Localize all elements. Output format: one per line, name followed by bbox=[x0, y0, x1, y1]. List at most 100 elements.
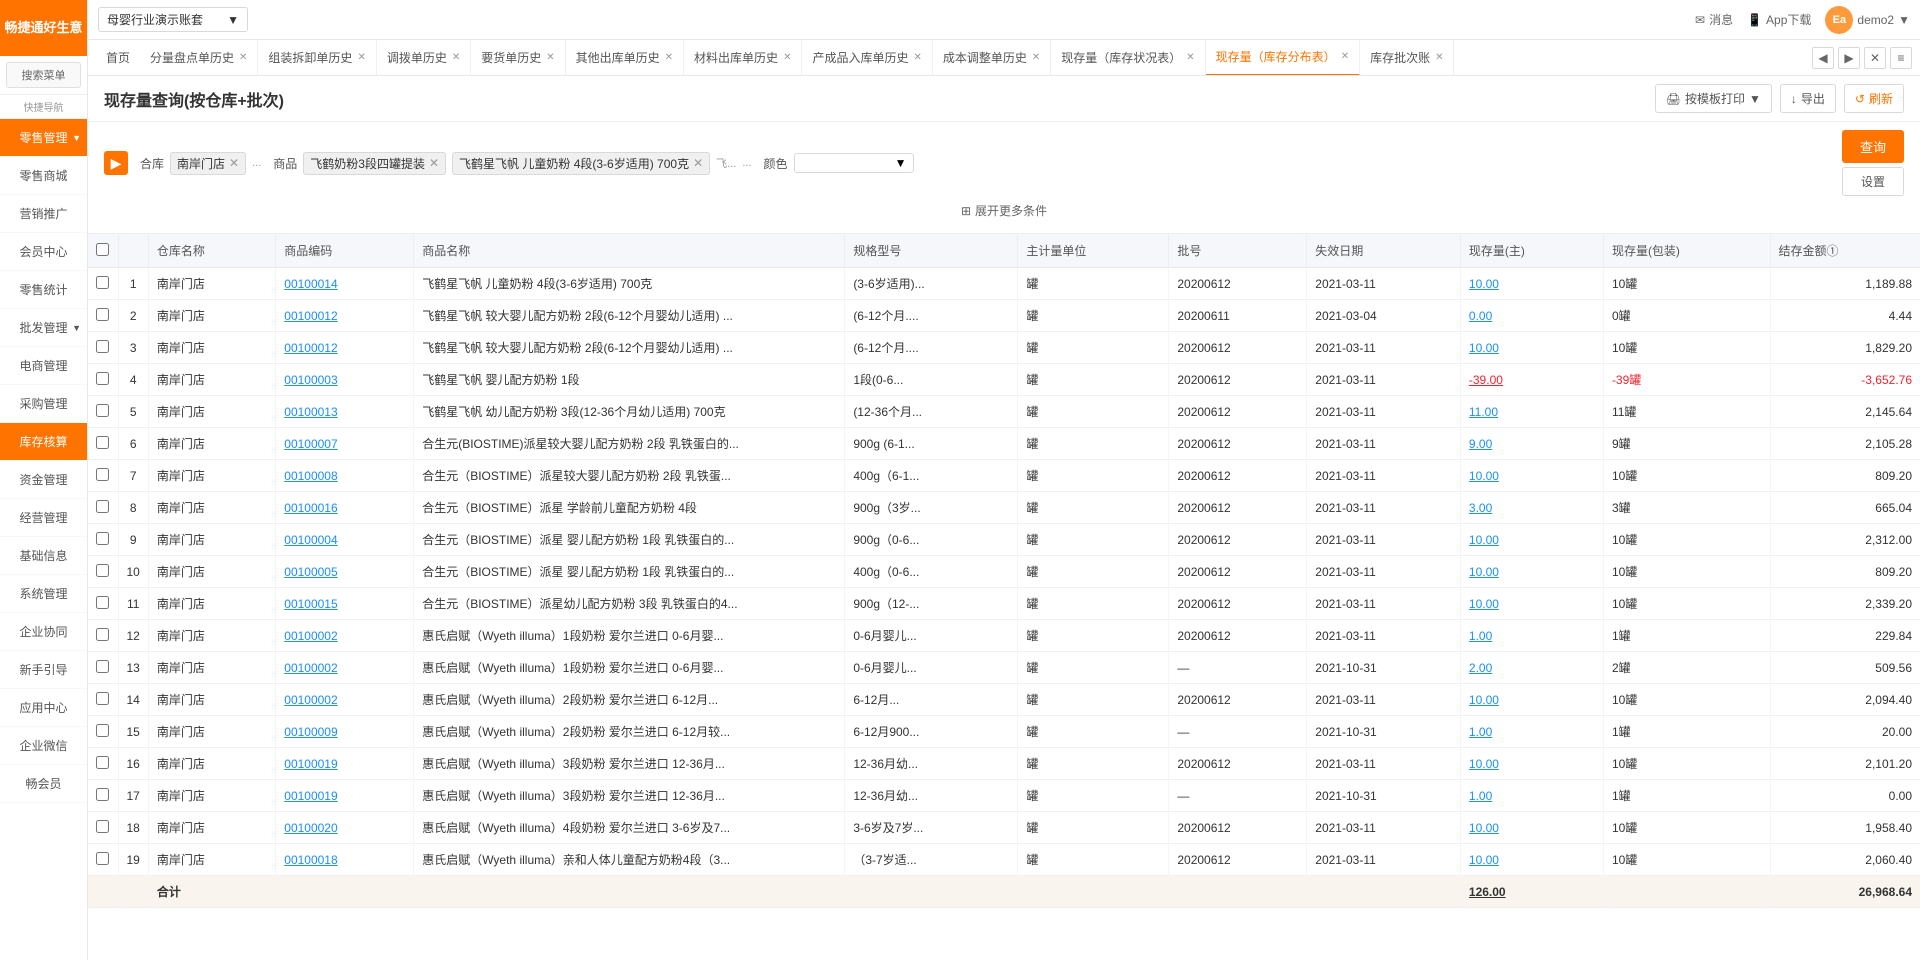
cell-code[interactable]: 00100014 bbox=[276, 268, 414, 300]
cell-checkbox[interactable] bbox=[88, 396, 118, 428]
tab-combo-disassemble[interactable]: 组装拆卸单历史 ✕ bbox=[258, 40, 376, 76]
row-checkbox[interactable] bbox=[96, 852, 109, 865]
tab-transfer-history[interactable]: 调拨单历史 ✕ bbox=[377, 40, 471, 76]
color-filter-input[interactable]: ▼ bbox=[794, 153, 914, 173]
cell-qty-main[interactable]: 10.00 bbox=[1460, 556, 1603, 588]
sidebar-item-vip[interactable]: 畅会员 bbox=[0, 765, 87, 803]
tab-next-button[interactable]: ▶ bbox=[1838, 47, 1860, 69]
tab-home[interactable]: 首页 bbox=[96, 49, 140, 66]
sidebar-item-guide[interactable]: 新手引导 bbox=[0, 651, 87, 689]
cell-qty-main[interactable]: 10.00 bbox=[1460, 812, 1603, 844]
cell-code[interactable]: 00100012 bbox=[276, 300, 414, 332]
row-checkbox[interactable] bbox=[96, 308, 109, 321]
tab-close-icon[interactable]: ✕ bbox=[665, 52, 673, 63]
sidebar-item-base[interactable]: 基础信息 bbox=[0, 537, 87, 575]
cell-qty-main[interactable]: 3.00 bbox=[1460, 492, 1603, 524]
tab-stock-status[interactable]: 现存量（库存状况表） ✕ bbox=[1051, 40, 1205, 76]
select-all-checkbox[interactable] bbox=[96, 243, 109, 256]
sidebar-item-finance[interactable]: 资金管理 bbox=[0, 461, 87, 499]
tab-close-icon[interactable]: ✕ bbox=[913, 52, 921, 63]
cell-qty-main[interactable]: 10.00 bbox=[1460, 460, 1603, 492]
cell-qty-main[interactable]: -39.00 bbox=[1460, 364, 1603, 396]
cell-qty-main[interactable]: 10.00 bbox=[1460, 748, 1603, 780]
cell-code[interactable]: 00100002 bbox=[276, 620, 414, 652]
expand-more-button[interactable]: ⊞ 展开更多条件 bbox=[104, 196, 1904, 225]
filter-expand-button[interactable]: ▶ bbox=[104, 151, 128, 175]
cell-code[interactable]: 00100013 bbox=[276, 396, 414, 428]
user-menu[interactable]: Ea demo2 ▼ bbox=[1825, 6, 1910, 34]
cell-code[interactable]: 00100019 bbox=[276, 748, 414, 780]
cell-checkbox[interactable] bbox=[88, 492, 118, 524]
product-tag-2[interactable]: 飞鹤星飞帆 儿童奶粉 4段(3-6岁适用) 700克 ✕ bbox=[452, 152, 710, 175]
row-checkbox[interactable] bbox=[96, 628, 109, 641]
cell-checkbox[interactable] bbox=[88, 748, 118, 780]
cell-code[interactable]: 00100015 bbox=[276, 588, 414, 620]
row-checkbox[interactable] bbox=[96, 340, 109, 353]
cell-checkbox[interactable] bbox=[88, 364, 118, 396]
cell-qty-main[interactable]: 10.00 bbox=[1460, 588, 1603, 620]
cell-code[interactable]: 00100002 bbox=[276, 652, 414, 684]
sidebar-item-member[interactable]: 会员中心 bbox=[0, 233, 87, 271]
warehouse-tag[interactable]: 南岸门店 ✕ bbox=[170, 152, 246, 175]
cell-checkbox[interactable] bbox=[88, 524, 118, 556]
tab-close-icon[interactable]: ✕ bbox=[357, 52, 365, 63]
tab-close-icon[interactable]: ✕ bbox=[783, 52, 791, 63]
export-button[interactable]: ↓ 导出 bbox=[1780, 84, 1836, 113]
warehouse-more[interactable]: ... bbox=[252, 157, 261, 169]
tab-material-out[interactable]: 材料出库单历史 ✕ bbox=[684, 40, 802, 76]
cell-code[interactable]: 00100020 bbox=[276, 812, 414, 844]
cell-checkbox[interactable] bbox=[88, 812, 118, 844]
sidebar-item-marketing[interactable]: 营销推广 bbox=[0, 195, 87, 233]
cell-qty-main[interactable]: 10.00 bbox=[1460, 524, 1603, 556]
tab-prev-button[interactable]: ◀ bbox=[1812, 47, 1834, 69]
cell-qty-main[interactable]: 1.00 bbox=[1460, 780, 1603, 812]
row-checkbox[interactable] bbox=[96, 596, 109, 609]
cell-checkbox[interactable] bbox=[88, 428, 118, 460]
cell-qty-main[interactable]: 1.00 bbox=[1460, 716, 1603, 748]
tab-close-icon[interactable]: ✕ bbox=[1032, 52, 1040, 63]
sidebar-item-corp[interactable]: 企业协同 bbox=[0, 613, 87, 651]
tab-close-icon[interactable]: ✕ bbox=[1341, 51, 1349, 62]
refresh-button[interactable]: ↺ 刷新 bbox=[1844, 84, 1904, 113]
tab-cost-adjust[interactable]: 成本调整单历史 ✕ bbox=[933, 40, 1051, 76]
cell-code[interactable]: 00100018 bbox=[276, 844, 414, 876]
account-selector[interactable]: 母婴行业演示账套 ▼ bbox=[98, 7, 248, 32]
sidebar-item-system[interactable]: 系统管理 bbox=[0, 575, 87, 613]
row-checkbox[interactable] bbox=[96, 532, 109, 545]
row-checkbox[interactable] bbox=[96, 820, 109, 833]
cell-qty-main[interactable]: 1.00 bbox=[1460, 620, 1603, 652]
row-checkbox[interactable] bbox=[96, 692, 109, 705]
cell-checkbox[interactable] bbox=[88, 652, 118, 684]
tab-close-icon[interactable]: ✕ bbox=[452, 52, 460, 63]
row-checkbox[interactable] bbox=[96, 436, 109, 449]
tab-close-all-button[interactable]: ✕ bbox=[1864, 47, 1886, 69]
cell-checkbox[interactable] bbox=[88, 684, 118, 716]
product-tag-1[interactable]: 飞鹤奶粉3段四罐提装 ✕ bbox=[303, 152, 446, 175]
cell-qty-main[interactable]: 10.00 bbox=[1460, 332, 1603, 364]
row-checkbox[interactable] bbox=[96, 564, 109, 577]
tab-close-icon[interactable]: ✕ bbox=[239, 52, 247, 63]
sidebar-item-retail-mgmt[interactable]: 零售管理 ▼ bbox=[0, 119, 87, 157]
cell-code[interactable]: 00100019 bbox=[276, 780, 414, 812]
product-more[interactable]: 飞... bbox=[716, 155, 736, 171]
cell-code[interactable]: 00100005 bbox=[276, 556, 414, 588]
app-download-button[interactable]: 📱 App下载 bbox=[1747, 11, 1811, 28]
search-menu-button[interactable]: 搜索菜单 bbox=[6, 62, 81, 88]
cell-checkbox[interactable] bbox=[88, 268, 118, 300]
cell-qty-main[interactable]: 11.00 bbox=[1460, 396, 1603, 428]
remove-product-tag-1-button[interactable]: ✕ bbox=[429, 156, 439, 170]
row-checkbox[interactable] bbox=[96, 276, 109, 289]
cell-checkbox[interactable] bbox=[88, 300, 118, 332]
sidebar-item-wholesale[interactable]: 批发管理 ▼ bbox=[0, 309, 87, 347]
row-checkbox[interactable] bbox=[96, 468, 109, 481]
sidebar-item-purchase[interactable]: 采购管理 bbox=[0, 385, 87, 423]
cell-qty-main[interactable]: 10.00 bbox=[1460, 268, 1603, 300]
cell-qty-main[interactable]: 9.00 bbox=[1460, 428, 1603, 460]
row-checkbox[interactable] bbox=[96, 724, 109, 737]
tab-menu-button[interactable]: ≡ bbox=[1890, 47, 1912, 69]
row-checkbox[interactable] bbox=[96, 372, 109, 385]
row-checkbox[interactable] bbox=[96, 404, 109, 417]
remove-warehouse-tag-button[interactable]: ✕ bbox=[229, 156, 239, 170]
cell-checkbox[interactable] bbox=[88, 716, 118, 748]
cell-qty-main[interactable]: 0.00 bbox=[1460, 300, 1603, 332]
